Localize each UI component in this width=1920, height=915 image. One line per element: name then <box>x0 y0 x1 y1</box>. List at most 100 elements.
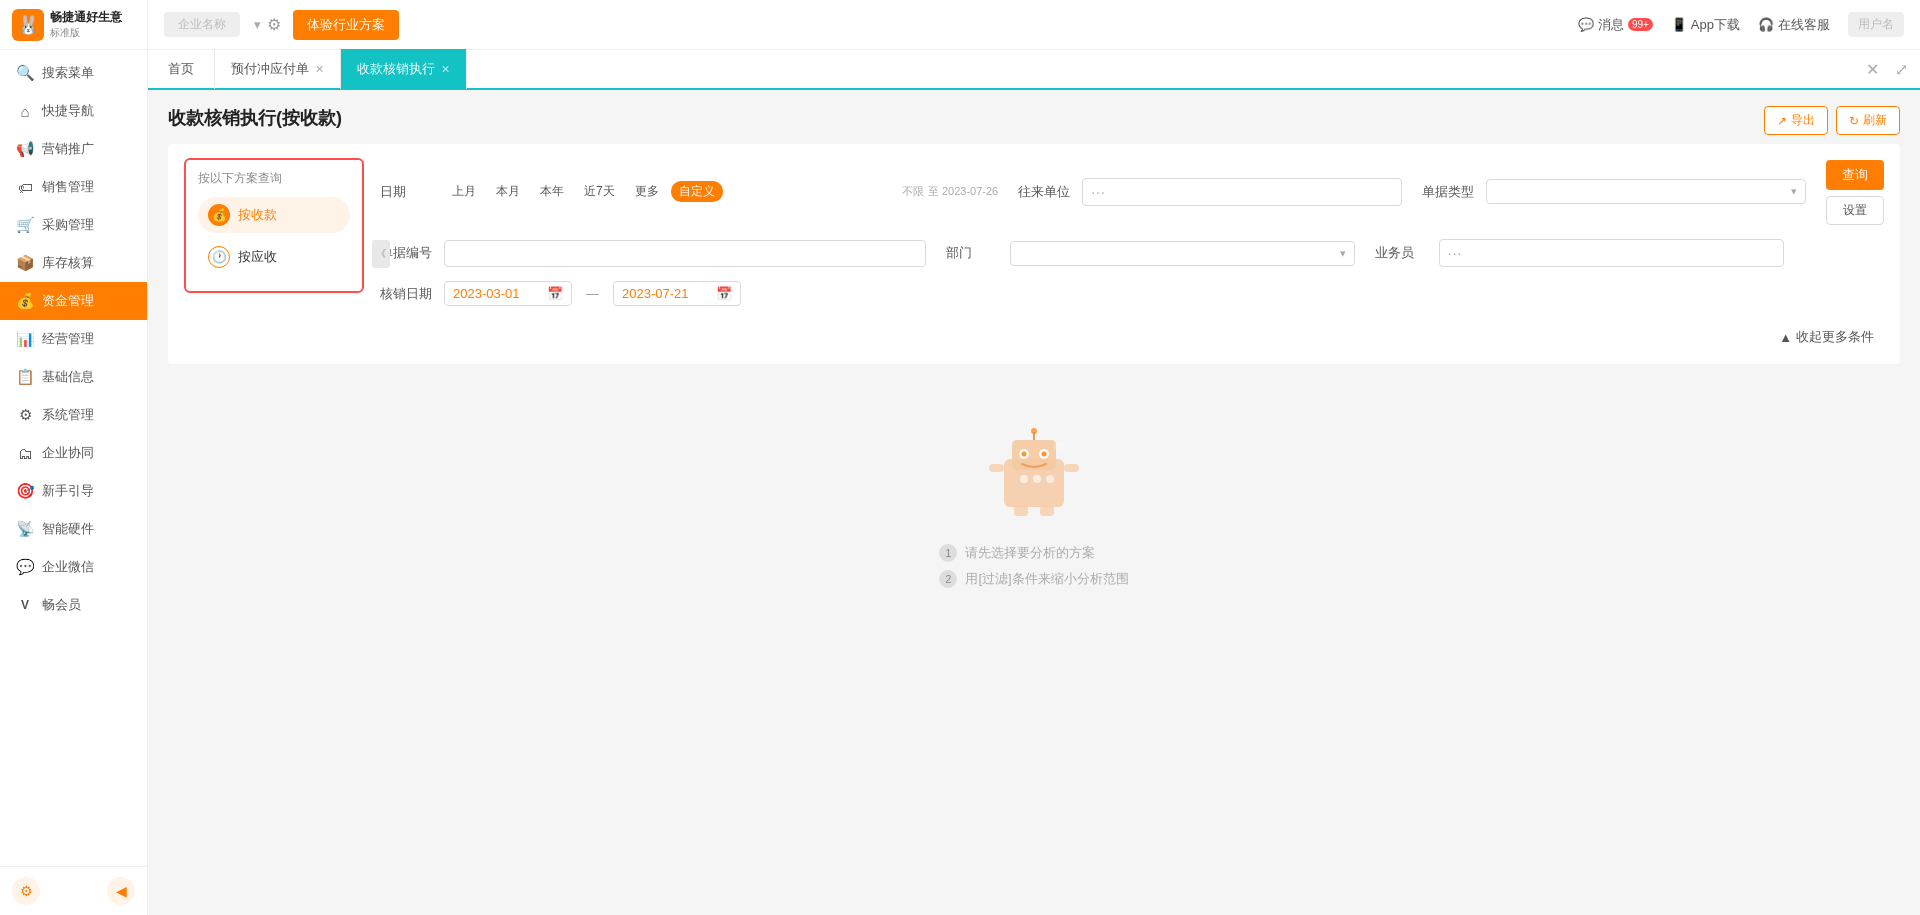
tabbar: 首页 预付冲应付单 ✕ 收款核销执行 ✕ ✕ ⤢ <box>148 50 1920 90</box>
sidebar-item-system[interactable]: ⚙ 系统管理 <box>0 396 147 434</box>
doc-type-arrow: ▾ <box>1791 185 1797 198</box>
sidebar-item-sales[interactable]: 🏷 销售管理 <box>0 168 147 206</box>
content-wrapper: 收款核销执行(按收款) ↗ 导出 ↻ 刷新 <box>168 106 1900 130</box>
refresh-icon: ↻ <box>1849 114 1859 128</box>
svg-rect-14 <box>1040 506 1054 516</box>
sidebar-item-search[interactable]: 🔍 搜索菜单 <box>0 54 147 92</box>
topbar-settings-icon[interactable]: ⚙ <box>267 15 281 34</box>
solution-button[interactable]: 体验行业方案 <box>293 10 399 40</box>
sidebar-item-hardware[interactable]: 📡 智能硬件 <box>0 510 147 548</box>
sidebar-item-wechat[interactable]: 💬 企业微信 <box>0 548 147 586</box>
content: 收款核销执行(按收款) ↗ 导出 ↻ 刷新 按以下方案查询 💰 <box>148 90 1920 915</box>
partner-label: 往来单位 <box>1018 183 1074 201</box>
sidebar-item-enterprise[interactable]: 🗂 企业协同 <box>0 434 147 472</box>
close-tab-icon[interactable]: ✕ <box>1862 58 1883 81</box>
doc-no-field: 单据编号 <box>380 240 926 267</box>
settings-button[interactable]: 设置 <box>1826 196 1884 225</box>
date-label: 日期 <box>380 183 436 201</box>
verify-date-end-input[interactable] <box>622 286 712 301</box>
tab-payment-offset[interactable]: 收款核销执行 ✕ <box>341 49 467 89</box>
collapse-more-icon: ▲ <box>1779 330 1792 345</box>
sidebar-item-finance[interactable]: 💰 资金管理 <box>0 282 147 320</box>
sidebar-footer: ⚙ ◀ <box>0 866 147 915</box>
tab-close-advance-payment[interactable]: ✕ <box>315 63 324 76</box>
filter-row-3: 核销日期 📅 — 📅 <box>380 281 1884 306</box>
employee-label: 业务员 <box>1375 244 1431 262</box>
filter-row-1: 日期 上月 本月 本年 近7天 更多 自定义 不限 至 2023-07-26 <box>380 158 1884 225</box>
svg-rect-13 <box>1014 506 1028 516</box>
hardware-icon: 📡 <box>16 520 34 538</box>
filter-left-panel: 按以下方案查询 💰 按收款 🕐 按应收 <box>184 158 364 293</box>
topbar-chevron-icon[interactable]: ▾ <box>254 17 261 32</box>
empty-tips: 1 请先选择要分析的方案 2 用[过滤]条件来缩小分析范围 <box>939 544 1128 596</box>
verify-date-start-cal-icon[interactable]: 📅 <box>547 286 563 301</box>
sidebar-item-beginner[interactable]: 🎯 新手引导 <box>0 472 147 510</box>
online-service-item[interactable]: 🎧 在线客服 <box>1758 16 1830 34</box>
doc-no-input[interactable] <box>444 240 926 267</box>
collapse-more-btn[interactable]: ▲ 收起更多条件 <box>1769 324 1884 350</box>
partner-select[interactable]: ··· <box>1082 178 1402 206</box>
operation-icon: 📊 <box>16 330 34 348</box>
app-download-item[interactable]: 📱 App下载 <box>1671 16 1740 34</box>
this-year-btn[interactable]: 本年 <box>532 180 572 203</box>
verify-date-label: 核销日期 <box>380 285 436 303</box>
svg-rect-1 <box>1012 440 1056 470</box>
doc-type-select[interactable]: ▾ <box>1486 179 1806 204</box>
message-icon: 💬 <box>1578 17 1594 32</box>
tab-close-payment-offset[interactable]: ✕ <box>441 63 450 76</box>
dept-select[interactable]: ▾ <box>1010 241 1355 266</box>
refresh-button[interactable]: ↻ 刷新 <box>1836 106 1900 135</box>
message-item[interactable]: 💬 消息 99+ <box>1578 16 1653 34</box>
tip-row-1: 1 请先选择要分析的方案 <box>939 544 1128 562</box>
home-icon: ⌂ <box>16 103 34 120</box>
filter-row-2: 单据编号 部门 ▾ 业务员 ··· <box>380 239 1884 267</box>
topbar-user[interactable]: 用户名 <box>1848 12 1904 37</box>
partner-field: 往来单位 ··· <box>1018 178 1402 206</box>
this-month-btn[interactable]: 本月 <box>488 180 528 203</box>
export-button[interactable]: ↗ 导出 <box>1764 106 1828 135</box>
system-icon: ⚙ <box>16 406 34 424</box>
date-no-limit: 不限 至 2023-07-26 <box>902 184 998 199</box>
wechat-icon: 💬 <box>16 558 34 576</box>
svg-point-11 <box>1033 475 1041 483</box>
tab-advance-payment[interactable]: 预付冲应付单 ✕ <box>215 49 341 89</box>
sidebar-item-purchase[interactable]: 🛒 采购管理 <box>0 206 147 244</box>
empty-illustration <box>984 424 1084 524</box>
svg-rect-8 <box>989 464 1004 472</box>
verify-date-field: 核销日期 📅 — 📅 <box>380 281 741 306</box>
last-7days-btn[interactable]: 近7天 <box>576 180 623 203</box>
tabbar-actions: ✕ ⤢ <box>1862 58 1920 81</box>
verify-date-start-input[interactable] <box>453 286 543 301</box>
topbar: 企业名称 ▾ ⚙ 体验行业方案 💬 消息 99+ 📱 App下载 🎧 在线客服 … <box>148 0 1920 50</box>
verify-date-end-group: 📅 <box>613 281 741 306</box>
settings-footer-icon[interactable]: ⚙ <box>12 877 40 905</box>
page-title: 收款核销执行(按收款) <box>168 106 1900 130</box>
sidebar-item-basic[interactable]: 📋 基础信息 <box>0 358 147 396</box>
sidebar-item-member[interactable]: V 畅会员 <box>0 586 147 624</box>
last-month-btn[interactable]: 上月 <box>444 180 484 203</box>
expand-tab-icon[interactable]: ⤢ <box>1891 58 1912 81</box>
employee-select[interactable]: ··· <box>1439 239 1784 267</box>
filter-option-receivable[interactable]: 🕐 按应收 <box>198 239 350 275</box>
sidebar-item-operation[interactable]: 📊 经营管理 <box>0 320 147 358</box>
sidebar-item-marketing[interactable]: 📢 营销推广 <box>0 130 147 168</box>
sidebar-item-inventory[interactable]: 📦 库存核算 <box>0 244 147 282</box>
tip-num-2: 2 <box>939 570 957 588</box>
date-shortcuts-group: 上月 本月 本年 近7天 更多 自定义 <box>444 180 723 203</box>
filter-area: 按以下方案查询 💰 按收款 🕐 按应收 《 日期 <box>168 144 1900 364</box>
collapse-sidebar-icon[interactable]: ◀ <box>107 877 135 905</box>
query-btn-area: 查询 设置 <box>1826 158 1884 225</box>
tab-home[interactable]: 首页 <box>148 49 215 89</box>
topbar-right: 💬 消息 99+ 📱 App下载 🎧 在线客服 用户名 <box>1578 12 1904 37</box>
filter-option-receipt[interactable]: 💰 按收款 <box>198 197 350 233</box>
more-date-btn[interactable]: 更多 <box>627 180 667 203</box>
sidebar-item-quick-nav[interactable]: ⌂ 快捷导航 <box>0 92 147 130</box>
collapse-filter-btn[interactable]: 《 <box>372 240 390 268</box>
sidebar: 🐰 畅捷通好生意 标准版 🔍 搜索菜单 ⌂ 快捷导航 📢 营销推广 🏷 销售管理… <box>0 0 148 915</box>
sidebar-logo: 🐰 畅捷通好生意 标准版 <box>0 0 147 50</box>
tip-num-1: 1 <box>939 544 957 562</box>
query-button[interactable]: 查询 <box>1826 160 1884 190</box>
doc-type-label: 单据类型 <box>1422 183 1478 201</box>
doc-type-field: 单据类型 ▾ <box>1422 179 1806 204</box>
verify-date-end-cal-icon[interactable]: 📅 <box>716 286 732 301</box>
